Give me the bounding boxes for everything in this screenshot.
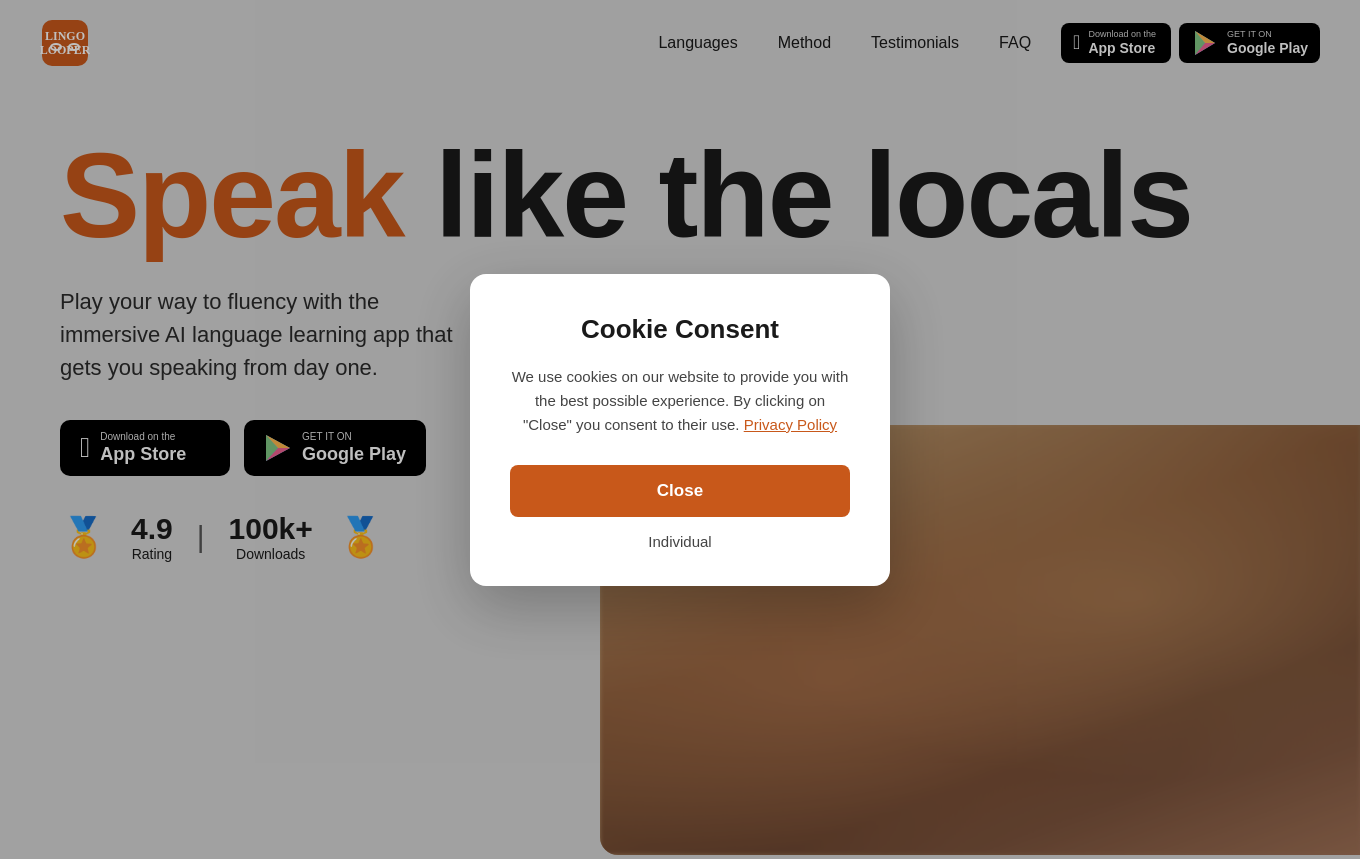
modal-body: We use cookies on our website to provide… (510, 365, 850, 437)
privacy-policy-link[interactable]: Privacy Policy (744, 416, 837, 433)
modal-close-button[interactable]: Close (510, 465, 850, 517)
modal-title: Cookie Consent (510, 314, 850, 345)
modal-individual-button[interactable]: Individual (510, 533, 850, 550)
cookie-modal: Cookie Consent We use cookies on our web… (470, 274, 890, 586)
modal-overlay: Cookie Consent We use cookies on our web… (0, 0, 1360, 859)
